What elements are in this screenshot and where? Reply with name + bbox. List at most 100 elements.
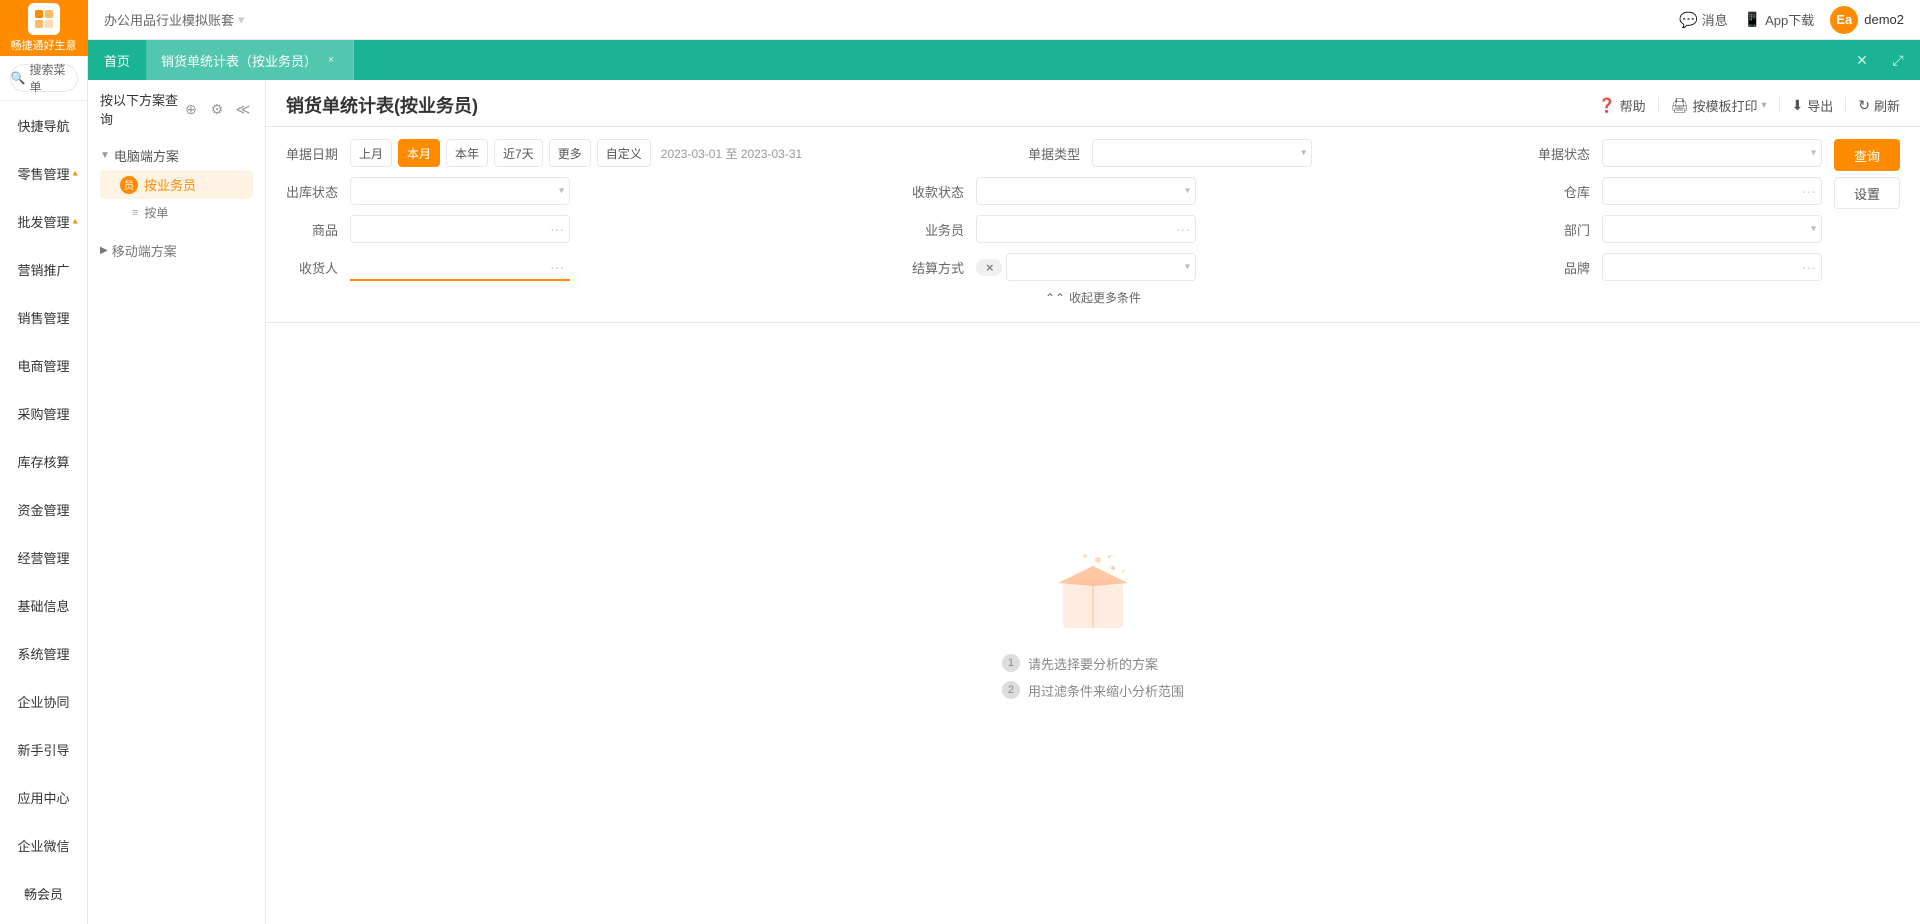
export-icon: ⬇ bbox=[1792, 97, 1804, 114]
sidebar-item-quicknav[interactable]: 快捷导航 bbox=[0, 101, 87, 149]
sidebar-item-finance[interactable]: 资金管理 bbox=[0, 485, 87, 533]
date-btn-custom[interactable]: 自定义 bbox=[597, 139, 651, 167]
tab-sales-stats[interactable]: 销货单统计表（按业务员） × bbox=[147, 40, 354, 80]
collapse-btn[interactable]: ⌃⌃ 收起更多条件 bbox=[1045, 289, 1141, 306]
sidebar-item-marketing[interactable]: 营销推广 bbox=[0, 245, 87, 293]
department-select[interactable] bbox=[1602, 215, 1822, 243]
breadcrumb: 办公用品行业模拟账套 ▾ bbox=[104, 10, 1667, 29]
sub-item-icon: ≡ bbox=[132, 207, 138, 219]
consignee-input[interactable] bbox=[350, 253, 570, 281]
goods-input-wrapper: ··· bbox=[350, 215, 570, 243]
salesman-input[interactable] bbox=[976, 215, 1196, 243]
salesman-label: 业务员 bbox=[912, 220, 964, 239]
sidebar-item-system[interactable]: 系统管理 bbox=[0, 629, 87, 677]
settings-btn[interactable]: 设置 bbox=[1834, 177, 1900, 209]
message-icon: 💬 bbox=[1679, 11, 1698, 29]
empty-illustration bbox=[1043, 548, 1143, 638]
doc-type-select[interactable] bbox=[1092, 139, 1312, 167]
settlement-clear-btn[interactable]: × bbox=[986, 261, 994, 274]
message-btn[interactable]: 💬 消息 bbox=[1679, 10, 1728, 29]
filter-collapse-row: ⌃⌃ 收起更多条件 bbox=[286, 281, 1900, 310]
collapse-panel-btn[interactable]: ≪ bbox=[233, 99, 253, 119]
topbar-actions: 💬 消息 📱 App下载 Ea demo2 bbox=[1679, 6, 1904, 34]
refresh-btn[interactable]: ↻ 刷新 bbox=[1858, 96, 1900, 115]
sidebar-item-member[interactable]: 畅会员 bbox=[0, 869, 87, 917]
brand-dots-icon[interactable]: ··· bbox=[1802, 260, 1816, 274]
receipt-status-label: 收款状态 bbox=[912, 182, 964, 201]
brand-label: 品牌 bbox=[1538, 258, 1590, 277]
template-print-btn[interactable]: 🖨 按模板打印 ▾ bbox=[1671, 96, 1767, 115]
goods-dots-icon[interactable]: ··· bbox=[550, 222, 564, 236]
consignee-label: 收货人 bbox=[286, 258, 338, 277]
scheme-sub-item-doc[interactable]: ≡ 按单 bbox=[100, 200, 253, 225]
filter-row-2: 出库状态 ▾ 收款状态 bbox=[286, 177, 1822, 205]
left-panel: 按以下方案查询 ⊕ ⚙ ≪ ▼ 电脑端方案 员 按业务员 bbox=[88, 80, 266, 924]
department-select-wrapper: ▾ bbox=[1602, 215, 1822, 243]
consignee-dots-icon[interactable]: ··· bbox=[550, 259, 564, 275]
app-download-btn[interactable]: 📱 App下载 bbox=[1744, 10, 1815, 29]
date-btn-this-month[interactable]: 本月 bbox=[398, 139, 440, 167]
sidebar-item-operations[interactable]: 经营管理 bbox=[0, 533, 87, 581]
tree-expand-icon: ▼ bbox=[100, 150, 110, 161]
tab-close-window-btn[interactable]: ✕ bbox=[1848, 46, 1876, 74]
date-btn-this-year[interactable]: 本年 bbox=[446, 139, 488, 167]
sidebar-item-corpwechat[interactable]: 企业微信 bbox=[0, 821, 87, 869]
brand-input[interactable] bbox=[1602, 253, 1822, 281]
user-menu-btn[interactable]: Ea demo2 bbox=[1830, 6, 1904, 34]
empty-step-2: 2 用过滤条件来缩小分析范围 bbox=[1002, 681, 1184, 700]
warehouse-input[interactable] bbox=[1602, 177, 1822, 205]
export-btn[interactable]: ⬇ 导出 bbox=[1792, 96, 1834, 115]
page-header: 销货单统计表(按业务员) ❓ 帮助 🖨 按模板打印 ▾ ⬇ bbox=[266, 80, 1920, 127]
help-btn[interactable]: ❓ 帮助 bbox=[1598, 96, 1645, 115]
data-area: 1 请先选择要分析的方案 2 用过滤条件来缩小分析范围 bbox=[266, 323, 1920, 924]
settlement-clear-tag: × bbox=[976, 259, 1002, 276]
tab-fullscreen-btn[interactable]: ⤢ bbox=[1884, 46, 1912, 74]
date-btn-last-month[interactable]: 上月 bbox=[350, 139, 392, 167]
sidebar-item-corp[interactable]: 企业协同 bbox=[0, 677, 87, 725]
settlement-cell: × ▾ bbox=[976, 253, 1196, 281]
date-btn-group: 上月 本月 本年 近7天 更多 自定义 2023-03-01 至 2023-03… bbox=[350, 139, 802, 167]
tab-home[interactable]: 首页 bbox=[88, 40, 147, 80]
filter-fields: 单据日期 上月 本月 本年 近7天 更多 自定义 2023-03-01 至 20… bbox=[286, 139, 1822, 281]
warehouse-dots-icon[interactable]: ··· bbox=[1802, 184, 1816, 198]
scheme-icon: 员 bbox=[120, 176, 138, 194]
settlement-select[interactable] bbox=[1006, 253, 1196, 281]
consignee-input-wrapper: ··· bbox=[350, 253, 570, 281]
sidebar-item-inventory[interactable]: 库存核算 bbox=[0, 437, 87, 485]
query-btn[interactable]: 查询 bbox=[1834, 139, 1900, 171]
tab-close-btn[interactable]: × bbox=[323, 52, 339, 68]
divider bbox=[1658, 97, 1659, 113]
filter-area: 单据日期 上月 本月 本年 近7天 更多 自定义 2023-03-01 至 20… bbox=[266, 127, 1920, 323]
sidebar-logo[interactable]: 畅捷通好生意 bbox=[0, 0, 88, 56]
warehouse-label: 仓库 bbox=[1538, 182, 1590, 201]
doc-type-select-wrapper: ▾ bbox=[1092, 139, 1312, 167]
collapse-icon: ⌃⌃ bbox=[1045, 291, 1065, 305]
mobile-scheme-header[interactable]: ▶ 移动端方案 bbox=[88, 237, 265, 264]
edit-scheme-btn[interactable]: ⚙ bbox=[207, 99, 227, 119]
receipt-status-select[interactable] bbox=[976, 177, 1196, 205]
desktop-scheme-header[interactable]: ▼ 电脑端方案 bbox=[100, 142, 253, 169]
search-menu-btn[interactable]: 🔍 搜索菜单 bbox=[10, 64, 78, 92]
sidebar-item-retail[interactable]: 零售管理 bbox=[0, 149, 87, 197]
sidebar-item-appcenter[interactable]: 应用中心 bbox=[0, 773, 87, 821]
sidebar-item-newuser[interactable]: 新手引导 bbox=[0, 725, 87, 773]
sidebar-item-ecommerce[interactable]: 电商管理 bbox=[0, 341, 87, 389]
out-status-select[interactable] bbox=[350, 177, 570, 205]
main-area: 办公用品行业模拟账套 ▾ 💬 消息 📱 App下载 Ea demo2 首页 bbox=[88, 0, 1920, 924]
scheme-item-salesman[interactable]: 员 按业务员 bbox=[100, 170, 253, 199]
date-btn-more[interactable]: 更多 bbox=[549, 139, 591, 167]
date-range-display: 2023-03-01 至 2023-03-31 bbox=[661, 145, 802, 162]
doc-status-select[interactable] bbox=[1602, 139, 1822, 167]
sidebar-item-basic[interactable]: 基础信息 bbox=[0, 581, 87, 629]
salesman-dots-icon[interactable]: ··· bbox=[1176, 222, 1190, 236]
doc-type-label: 单据类型 bbox=[1028, 144, 1080, 163]
sidebar-item-sales[interactable]: 销售管理 bbox=[0, 293, 87, 341]
date-btn-7days[interactable]: 近7天 bbox=[494, 139, 543, 167]
sidebar-item-purchase[interactable]: 采购管理 bbox=[0, 389, 87, 437]
logo-text: 畅捷通好生意 bbox=[11, 37, 77, 53]
page-header-actions: ❓ 帮助 🖨 按模板打印 ▾ ⬇ 导出 bbox=[1598, 96, 1900, 115]
sidebar-item-wholesale[interactable]: 批发管理 bbox=[0, 197, 87, 245]
tabbar: 首页 销货单统计表（按业务员） × ✕ ⤢ bbox=[88, 40, 1920, 80]
add-scheme-btn[interactable]: ⊕ bbox=[181, 99, 201, 119]
goods-input[interactable] bbox=[350, 215, 570, 243]
